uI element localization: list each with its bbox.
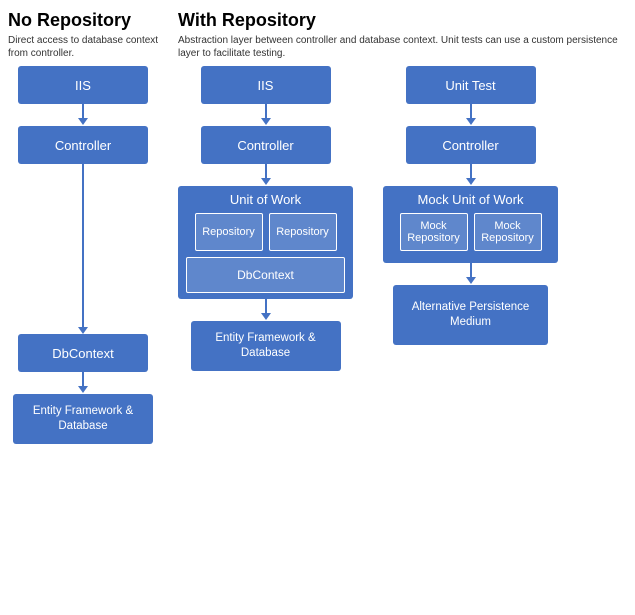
middle-iis-box: IIS bbox=[201, 66, 331, 104]
middle-arrow-1 bbox=[261, 104, 271, 126]
left-dbcontext-box: DbContext bbox=[18, 334, 148, 372]
header: No Repository Direct access to database … bbox=[8, 10, 627, 60]
right-bottom-box: Alternative Persistence Medium bbox=[393, 285, 548, 345]
middle-bottom-box: Entity Framework & Database bbox=[191, 321, 341, 371]
mock-repos-row: Mock Repository Mock Repository bbox=[391, 213, 550, 251]
uow-repo2: Repository bbox=[269, 213, 337, 251]
right-arrow-2 bbox=[466, 164, 476, 186]
with-repo-title: With Repository bbox=[178, 10, 627, 31]
middle-controller-label: Controller bbox=[237, 138, 293, 153]
uow-dbcontext: DbContext bbox=[186, 257, 345, 293]
left-dbcontext-label: DbContext bbox=[52, 346, 113, 361]
mock-uow-title: Mock Unit of Work bbox=[391, 192, 550, 207]
left-iis-box: IIS bbox=[18, 66, 148, 104]
right-unittest-box: Unit Test bbox=[406, 66, 536, 104]
left-controller-label: Controller bbox=[55, 138, 111, 153]
uow-repos-row: Repository Repository bbox=[186, 213, 345, 251]
left-long-arrow bbox=[78, 164, 88, 334]
right-unittest-label: Unit Test bbox=[445, 78, 495, 93]
page: No Repository Direct access to database … bbox=[0, 0, 635, 615]
mock-uow-box: Mock Unit of Work Mock Repository Mock R… bbox=[383, 186, 558, 263]
right-arrow-3 bbox=[466, 263, 476, 285]
middle-bottom-label: Entity Framework & Database bbox=[195, 331, 337, 361]
uow-repo1: Repository bbox=[195, 213, 263, 251]
right-arrow-1 bbox=[466, 104, 476, 126]
with-repo-desc: Abstraction layer between controller and… bbox=[178, 34, 627, 60]
uow-box: Unit of Work Repository Repository DbCon… bbox=[178, 186, 353, 299]
uow-title: Unit of Work bbox=[186, 192, 345, 207]
left-bottom-label: Entity Framework & Database bbox=[17, 404, 149, 434]
no-repo-desc: Direct access to database context from c… bbox=[8, 34, 168, 60]
right-bottom-label: Alternative Persistence Medium bbox=[397, 300, 544, 330]
left-iis-label: IIS bbox=[75, 78, 91, 93]
middle-controller-box: Controller bbox=[201, 126, 331, 164]
arrow-1 bbox=[78, 104, 88, 126]
arrow-2 bbox=[78, 372, 88, 394]
mock-repo1: Mock Repository bbox=[400, 213, 468, 251]
right-controller-box: Controller bbox=[406, 126, 536, 164]
middle-arrow-3 bbox=[261, 299, 271, 321]
diagram: IIS Controller DbContext Entity bbox=[8, 66, 627, 605]
right-controller-label: Controller bbox=[442, 138, 498, 153]
left-bottom-box: Entity Framework & Database bbox=[13, 394, 153, 444]
mock-repo2: Mock Repository bbox=[474, 213, 542, 251]
right-column: Unit Test Controller Mock Unit of Work bbox=[373, 66, 568, 605]
left-column: IIS Controller DbContext Entity bbox=[8, 66, 158, 605]
left-controller-box: Controller bbox=[18, 126, 148, 164]
with-repo-header: With Repository Abstraction layer betwee… bbox=[178, 10, 627, 60]
no-repo-header: No Repository Direct access to database … bbox=[8, 10, 168, 60]
no-repo-title: No Repository bbox=[8, 10, 168, 31]
middle-arrow-2 bbox=[261, 164, 271, 186]
middle-column: IIS Controller Unit of Work Repos bbox=[168, 66, 363, 605]
middle-iis-label: IIS bbox=[258, 78, 274, 93]
